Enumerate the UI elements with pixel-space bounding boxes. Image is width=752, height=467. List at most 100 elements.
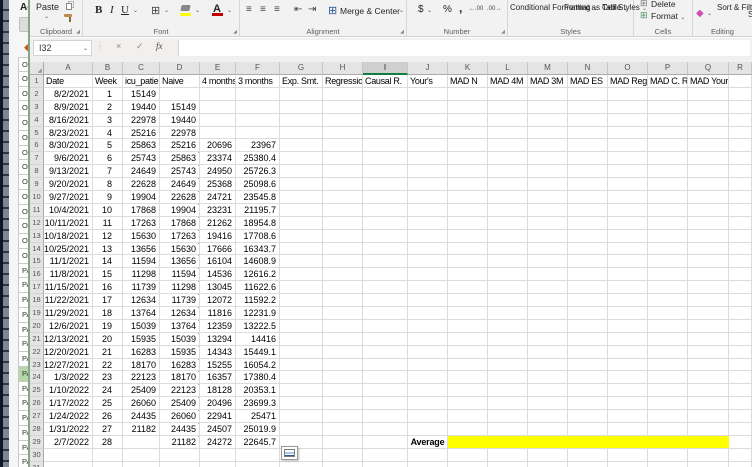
cell-P18[interactable]: [648, 294, 688, 308]
cell-R21[interactable]: [729, 332, 752, 346]
cell-G9[interactable]: [280, 178, 323, 192]
cell-M16[interactable]: [528, 268, 568, 282]
format-as-table-button[interactable]: Format as Table ⌄: [564, 3, 628, 14]
cell-L14[interactable]: [488, 242, 528, 256]
cell-Q31[interactable]: [688, 461, 729, 467]
cell-J18[interactable]: [408, 294, 448, 308]
cell-M18[interactable]: [528, 294, 568, 308]
cell-L20[interactable]: [488, 319, 528, 333]
cell-I11[interactable]: [363, 203, 408, 217]
cell-B2[interactable]: 1: [93, 87, 123, 101]
cell-F12[interactable]: 18954.8: [236, 216, 280, 230]
cell-D6[interactable]: 25216: [160, 139, 200, 153]
row-header-8[interactable]: 8: [30, 165, 44, 179]
accounting-format-button[interactable]: $: [418, 4, 424, 15]
cell-H11[interactable]: [323, 203, 363, 217]
cell-B17[interactable]: 16: [93, 281, 123, 295]
cell-N11[interactable]: [568, 203, 608, 217]
cell-B27[interactable]: 26: [93, 410, 123, 424]
cell-K31[interactable]: [448, 461, 488, 467]
cell-A31[interactable]: [44, 461, 93, 467]
cell-L19[interactable]: [488, 307, 528, 320]
row-header-21[interactable]: 21: [30, 332, 44, 346]
cell-D14[interactable]: 15630: [160, 242, 200, 256]
cell-J22[interactable]: [408, 345, 448, 359]
cell-E12[interactable]: 21262: [200, 216, 236, 230]
cell-C8[interactable]: 24649: [123, 165, 160, 179]
cell-J10[interactable]: [408, 191, 448, 204]
cell-C22[interactable]: 16283: [123, 345, 160, 359]
cell-Q5[interactable]: [688, 126, 729, 140]
merge-center-dropdown-icon[interactable]: ⌄: [399, 7, 404, 14]
cell-R12[interactable]: [729, 216, 752, 230]
cell-A28[interactable]: 1/31/2022: [44, 423, 93, 436]
row-header-11[interactable]: 11: [30, 203, 44, 217]
column-header-D[interactable]: D: [160, 62, 200, 75]
cell-D21[interactable]: 15039: [160, 332, 200, 346]
cell-B20[interactable]: 19: [93, 319, 123, 333]
cell-B31[interactable]: [93, 461, 123, 467]
cell-K22[interactable]: [448, 345, 488, 359]
cell-O3[interactable]: [608, 100, 648, 114]
cell-I22[interactable]: [363, 345, 408, 359]
cell-L15[interactable]: [488, 255, 528, 269]
cell-L18[interactable]: [488, 294, 528, 308]
row-header-20[interactable]: 20: [30, 319, 44, 333]
cell-Q11[interactable]: [688, 203, 729, 217]
cell-A30[interactable]: [44, 448, 93, 462]
cell-O28[interactable]: [608, 423, 648, 436]
cell-E18[interactable]: 12072: [200, 294, 236, 308]
merge-center-button[interactable]: Merge & Center: [340, 6, 400, 16]
cell-G15[interactable]: [280, 255, 323, 269]
cell-R23[interactable]: [729, 358, 752, 372]
cell-K25[interactable]: [448, 384, 488, 398]
cell-N18[interactable]: [568, 294, 608, 308]
cell-A12[interactable]: 10/11/2021: [44, 216, 93, 230]
cell-I3[interactable]: [363, 100, 408, 114]
cell-O18[interactable]: [608, 294, 648, 308]
cell-L11[interactable]: [488, 203, 528, 217]
cell-P15[interactable]: [648, 255, 688, 269]
borders-icon[interactable]: ⊞: [151, 4, 160, 17]
cell-O17[interactable]: [608, 281, 648, 295]
cell-I9[interactable]: [363, 178, 408, 192]
cell-K16[interactable]: [448, 268, 488, 282]
cell-I12[interactable]: [363, 216, 408, 230]
cell-O24[interactable]: [608, 371, 648, 385]
cell-I10[interactable]: [363, 191, 408, 204]
cell-D7[interactable]: 25863: [160, 152, 200, 166]
clear-dropdown-icon[interactable]: ⌄: [707, 10, 712, 17]
row-header-26[interactable]: 26: [30, 397, 44, 411]
cell-E22[interactable]: 14343: [200, 345, 236, 359]
cell-C12[interactable]: 17263: [123, 216, 160, 230]
cell-C17[interactable]: 11739: [123, 281, 160, 295]
column-header-C[interactable]: C: [123, 62, 160, 75]
cell-G20[interactable]: [280, 319, 323, 333]
cell-O19[interactable]: [608, 307, 648, 320]
row-header-25[interactable]: 25: [30, 384, 44, 398]
cell-A27[interactable]: 1/24/2022: [44, 410, 93, 424]
cell-R9[interactable]: [729, 178, 752, 192]
cell-A15[interactable]: 11/1/2021: [44, 255, 93, 269]
cell-P19[interactable]: [648, 307, 688, 320]
cell-F15[interactable]: 14608.9: [236, 255, 280, 269]
cell-B9[interactable]: 8: [93, 178, 123, 192]
cell-R22[interactable]: [729, 345, 752, 359]
cell-P5[interactable]: [648, 126, 688, 140]
cell-O5[interactable]: [608, 126, 648, 140]
cell-J14[interactable]: [408, 242, 448, 256]
cell-F11[interactable]: 21195.7: [236, 203, 280, 217]
cell-G31[interactable]: [280, 461, 323, 467]
cell-B13[interactable]: 12: [93, 229, 123, 243]
row-header-23[interactable]: 23: [30, 358, 44, 372]
cell-B24[interactable]: 23: [93, 371, 123, 385]
cell-O20[interactable]: [608, 319, 648, 333]
cell-R19[interactable]: [729, 307, 752, 320]
cell-R18[interactable]: [729, 294, 752, 308]
cell-F17[interactable]: 11622.6: [236, 281, 280, 295]
cell-C28[interactable]: 21182: [123, 423, 160, 436]
cell-Q8[interactable]: [688, 165, 729, 179]
align-center-icon[interactable]: ≡: [260, 4, 266, 15]
cell-G1[interactable]: Exp. Smt.: [280, 75, 323, 88]
cell-A11[interactable]: 10/4/2021: [44, 203, 93, 217]
